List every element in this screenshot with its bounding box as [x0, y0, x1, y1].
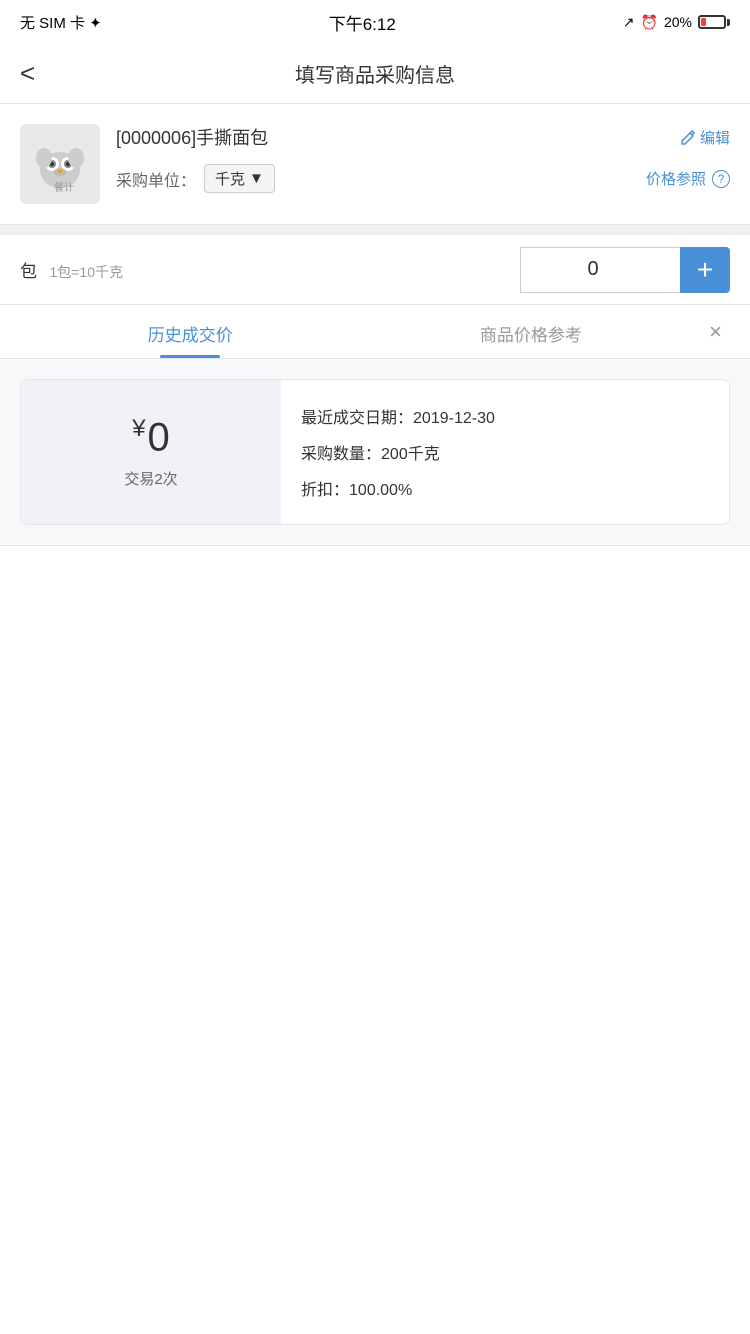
unit-select[interactable]: 千克 ▼ [204, 164, 275, 193]
page-title: 填写商品采购信息 [295, 59, 455, 88]
product-info: [0000006]手撕面包 编辑 采购单位： 千克 ▼ [116, 124, 730, 193]
history-discount-value: 100.00% [349, 482, 412, 499]
unit-value: 千克 [215, 168, 245, 189]
purchase-unit-label: 采购单位： [116, 167, 196, 191]
history-date-label: 最近成交日期： [301, 410, 413, 427]
product-name: [0000006]手撕面包 [116, 124, 268, 150]
history-quantity-value: 200千克 [381, 446, 440, 463]
quantity-unit-sub: 1包=10千克 [49, 264, 123, 280]
quantity-unit-label: 包 [20, 262, 37, 281]
dropdown-icon: ▼ [249, 170, 264, 187]
product-card: 餐计 [0000006]手撕面包 编辑 采购单位： 千克 [0, 104, 750, 225]
tab-section: 历史成交价 商品价格参考 × ¥0 交易2次 最近成交日期：2019-12-30… [0, 305, 750, 546]
history-quantity-label: 采购数量： [301, 446, 381, 463]
history-discount-label: 折扣： [301, 482, 349, 499]
edit-button[interactable]: 编辑 [680, 127, 730, 148]
status-bar: 无 SIM 卡 ✦ 下午6:12 ↗ ⏰ 20% [0, 0, 750, 44]
quantity-control: + [520, 247, 730, 293]
alarm-icon: ⏰ [641, 14, 658, 31]
tab-close-button[interactable]: × [701, 311, 730, 353]
quantity-row: 包 1包=10千克 + [0, 235, 750, 305]
no-sim-label: 无 SIM 卡 ✦ [20, 12, 102, 33]
history-details-section: 最近成交日期：2019-12-30 采购数量：200千克 折扣：100.00% [281, 380, 729, 524]
nav-bar: < 填写商品采购信息 [0, 44, 750, 104]
status-left: 无 SIM 卡 ✦ [20, 12, 102, 33]
location-icon: ↗ [623, 14, 635, 31]
history-price-section: ¥0 交易2次 [21, 380, 281, 524]
battery-percent: 20% [664, 14, 692, 30]
tab-product-price-ref[interactable]: 商品价格参考 [361, 305, 702, 358]
bottom-area [0, 546, 750, 1146]
back-button[interactable]: < [20, 58, 35, 89]
status-right: ↗ ⏰ 20% [623, 14, 730, 31]
price-ref-info-icon: ? [712, 170, 730, 188]
history-quantity-row: 采购数量：200千克 [301, 440, 709, 464]
price-ref-button[interactable]: 价格参照 ? [646, 168, 730, 189]
history-date-row: 最近成交日期：2019-12-30 [301, 404, 709, 428]
history-card: ¥0 交易2次 最近成交日期：2019-12-30 采购数量：200千克 折扣：… [20, 379, 730, 525]
price-currency-symbol: ¥ [132, 415, 145, 442]
history-date-value: 2019-12-30 [413, 410, 495, 427]
battery-icon [698, 15, 730, 29]
product-image: 餐计 [20, 124, 100, 204]
price-ref-label: 价格参照 [646, 168, 706, 189]
edit-label: 编辑 [700, 127, 730, 148]
svg-text:餐计: 餐计 [54, 181, 74, 194]
section-divider [0, 225, 750, 235]
status-time: 下午6:12 [329, 10, 396, 35]
history-container: ¥0 交易2次 最近成交日期：2019-12-30 采购数量：200千克 折扣：… [0, 359, 750, 545]
history-trades-count: 交易2次 [124, 468, 177, 489]
history-discount-row: 折扣：100.00% [301, 476, 709, 500]
quantity-input[interactable] [520, 247, 680, 293]
history-price-value: ¥0 [132, 415, 170, 460]
quantity-plus-button[interactable]: + [680, 247, 730, 293]
tab-bar: 历史成交价 商品价格参考 × [0, 305, 750, 359]
tab-history-price[interactable]: 历史成交价 [20, 305, 361, 358]
